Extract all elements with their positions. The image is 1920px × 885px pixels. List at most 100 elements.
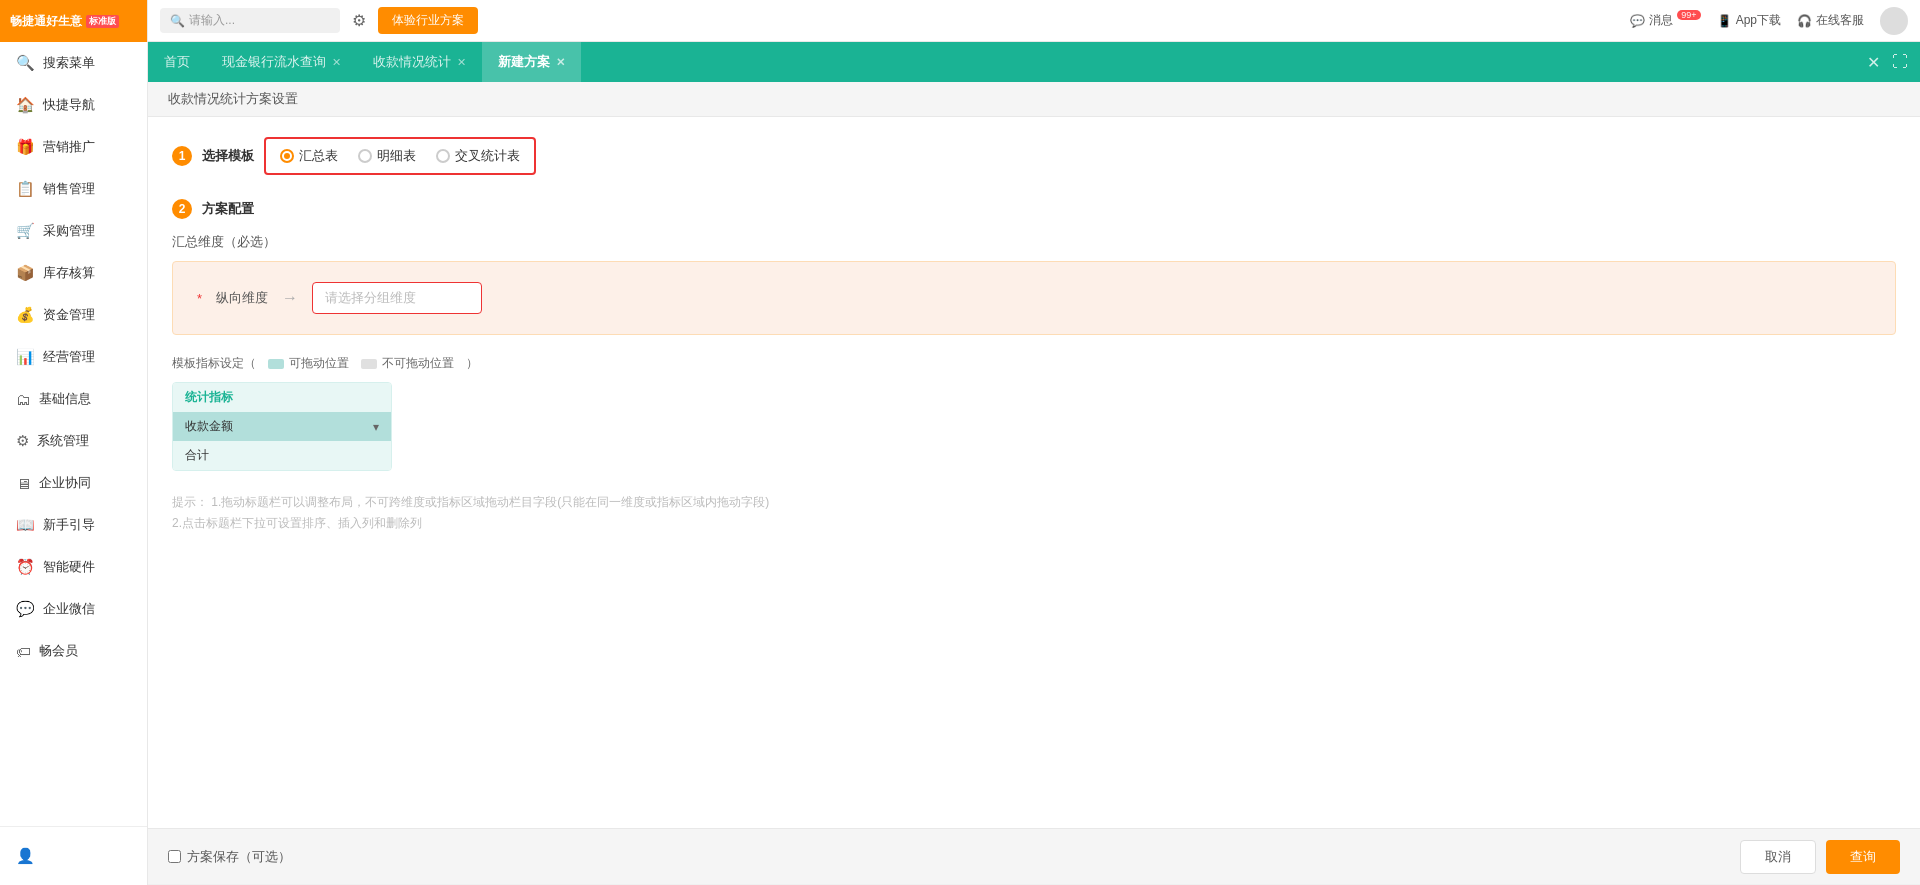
indicator-settings: 模板指标设定（ 可拖动位置 不可拖动位置 ） 统计指标	[172, 355, 1896, 474]
tab-new-plan[interactable]: 新建方案 ✕	[482, 42, 581, 82]
service-item[interactable]: 🎧 在线客服	[1797, 12, 1864, 29]
app-download-item[interactable]: 📱 App下载	[1717, 12, 1781, 29]
step2-header: 2 方案配置	[172, 199, 1896, 219]
sidebar-label-system: 系统管理	[37, 432, 89, 450]
sidebar-label-smart-hardware: 智能硬件	[43, 558, 95, 576]
sidebar-label-finance: 资金管理	[43, 306, 95, 324]
col-dropdown-icon[interactable]: ▾	[373, 420, 379, 434]
step1-section: 1 选择模板 汇总表 明细表 交叉统计表	[172, 137, 1896, 175]
sidebar-icon-member: 🏷	[16, 643, 31, 660]
sidebar-label-enterprise-collab: 企业协同	[39, 474, 91, 492]
sidebar-item-bottom1[interactable]: 👤	[0, 835, 147, 877]
sidebar-item-sales[interactable]: 📋销售管理	[0, 168, 147, 210]
radio-dot-detail	[358, 149, 372, 163]
tips-section: 提示： 1.拖动标题栏可以调整布局，不可跨维度或指标区域拖动栏目字段(只能在同一…	[172, 494, 1896, 532]
sidebar-label-sales: 销售管理	[43, 180, 95, 198]
indicator-table-header: 统计指标	[173, 383, 391, 412]
sidebar-icon-enterprise-collab: 🖥	[16, 475, 31, 492]
radio-detail-label: 明细表	[377, 147, 416, 165]
tab-collection[interactable]: 收款情况统计✕	[357, 42, 482, 82]
sidebar-icon-smart-hardware: ⏰	[16, 558, 35, 576]
sidebar-item-quick-nav[interactable]: 🏠快捷导航	[0, 84, 147, 126]
indicator-col-header[interactable]: 收款金额 ▾	[173, 412, 391, 441]
main-area: 🔍 请输入... ⚙ 体验行业方案 💬 消息 99+ 📱 App下载 🎧 在线客…	[148, 0, 1920, 885]
page-header: 收款情况统计方案设置	[148, 82, 1920, 117]
sidebar-item-search-menu[interactable]: 🔍搜索菜单	[0, 42, 147, 84]
radio-cross[interactable]: 交叉统计表	[436, 147, 520, 165]
cancel-button[interactable]: 取消	[1740, 840, 1816, 874]
tabbar: 首页现金银行流水查询✕收款情况统计✕ 新建方案 ✕ ✕ ⛶	[148, 42, 1920, 82]
maximize-icon[interactable]: ⛶	[1892, 53, 1908, 71]
tab-close-cashflow[interactable]: ✕	[332, 56, 341, 69]
indicator-settings-label: 模板指标设定（	[172, 355, 256, 372]
sidebar-item-basic-info[interactable]: 🗂基础信息	[0, 378, 147, 420]
content-area: 收款情况统计方案设置 1 选择模板 汇总表 明细表	[148, 82, 1920, 885]
footer-actions: 取消 查询	[1740, 840, 1900, 874]
sidebar-icon-management: 📊	[16, 348, 35, 366]
step1-title: 选择模板	[202, 147, 254, 165]
save-label: 方案保存（可选）	[187, 848, 291, 866]
sidebar-item-system[interactable]: ⚙系统管理	[0, 420, 147, 462]
tab-close-collection[interactable]: ✕	[457, 56, 466, 69]
sidebar-item-enterprise-collab[interactable]: 🖥 企业协同	[0, 462, 147, 504]
tab-cashflow[interactable]: 现金银行流水查询✕	[206, 42, 357, 82]
sidebar-item-new-guide[interactable]: 📖 新手引导	[0, 504, 147, 546]
indicator-row: 合计	[173, 441, 391, 470]
dimension-row: * 纵向维度 → 请选择分组维度	[197, 282, 1871, 314]
tab-label-new-plan: 新建方案	[498, 53, 550, 71]
sidebar-icon-new-guide: 📖	[16, 516, 35, 534]
sidebar-item-finance[interactable]: 💰 资金管理	[0, 294, 147, 336]
tab-close-new-plan[interactable]: ✕	[556, 56, 565, 69]
notif-label: 消息	[1649, 12, 1673, 29]
tab-home[interactable]: 首页	[148, 42, 206, 82]
legend-draggable-box	[268, 359, 284, 369]
legend-draggable-label: 可拖动位置	[289, 355, 349, 372]
dimension-row-label: 纵向维度	[216, 289, 268, 307]
radio-summary[interactable]: 汇总表	[280, 147, 338, 165]
sidebar-icon-enterprise-wechat: 💬	[16, 600, 35, 618]
save-checkbox-input[interactable]	[168, 850, 181, 863]
dimension-label-text: 汇总维度（必选）	[172, 234, 276, 249]
sidebar-label-search-menu: 搜索菜单	[43, 54, 95, 72]
trial-button[interactable]: 体验行业方案	[378, 7, 478, 34]
topbar: 🔍 请输入... ⚙ 体验行业方案 💬 消息 99+ 📱 App下载 🎧 在线客…	[148, 0, 1920, 42]
sidebar-icon-marketing: 🎁	[16, 138, 35, 156]
sidebar: 畅捷通好生意 标准版 🔍搜索菜单🏠快捷导航 🎁 营销推广 📋销售管理🛒采购管理📦库存核…	[0, 0, 148, 885]
topbar-search[interactable]: 🔍 请输入...	[160, 8, 340, 33]
dimension-select[interactable]: 请选择分组维度	[312, 282, 482, 314]
col-header-label: 收款金额	[185, 418, 233, 435]
step2-badge: 2	[172, 199, 192, 219]
sidebar-icon-finance: 💰	[16, 306, 35, 324]
sidebar-label-new-guide: 新手引导	[43, 516, 95, 534]
sidebar-label-quick-nav: 快捷导航	[43, 96, 95, 114]
query-button[interactable]: 查询	[1826, 840, 1900, 874]
sidebar-item-purchase[interactable]: 🛒采购管理	[0, 210, 147, 252]
notification-item[interactable]: 💬 消息 99+	[1630, 12, 1700, 29]
message-icon: 💬	[1630, 14, 1645, 28]
sidebar-item-inventory[interactable]: 📦库存核算	[0, 252, 147, 294]
radio-cross-label: 交叉统计表	[455, 147, 520, 165]
legend-fixed-box	[361, 359, 377, 369]
settings-icon[interactable]: ⚙	[352, 11, 366, 30]
sidebar-label-member: 畅会员	[39, 642, 78, 660]
close-window-icon[interactable]: ✕	[1867, 53, 1880, 72]
radio-detail[interactable]: 明细表	[358, 147, 416, 165]
sidebar-item-marketing[interactable]: 🎁 营销推广	[0, 126, 147, 168]
app-label: App下载	[1736, 12, 1781, 29]
avatar[interactable]	[1880, 7, 1908, 35]
sidebar-item-smart-hardware[interactable]: ⏰ 智能硬件	[0, 546, 147, 588]
indicator-settings-header: 模板指标设定（ 可拖动位置 不可拖动位置 ）	[172, 355, 1896, 372]
sidebar-logo: 畅捷通好生意 标准版	[0, 0, 147, 42]
sidebar-label-marketing: 营销推广	[43, 138, 95, 156]
dimension-select-placeholder: 请选择分组维度	[325, 290, 416, 305]
sidebar-item-enterprise-wechat[interactable]: 💬企业微信	[0, 588, 147, 630]
sidebar-item-management[interactable]: 📊经营管理	[0, 336, 147, 378]
bottom-icon1: 👤	[16, 847, 35, 865]
search-icon: 🔍	[170, 14, 185, 28]
legend-draggable: 可拖动位置	[268, 355, 349, 372]
sidebar-item-member[interactable]: 🏷 畅会员	[0, 630, 147, 672]
save-checkbox[interactable]: 方案保存（可选）	[168, 848, 291, 866]
search-placeholder: 请输入...	[189, 12, 235, 29]
dimension-arrow: →	[282, 289, 298, 307]
radio-summary-label: 汇总表	[299, 147, 338, 165]
